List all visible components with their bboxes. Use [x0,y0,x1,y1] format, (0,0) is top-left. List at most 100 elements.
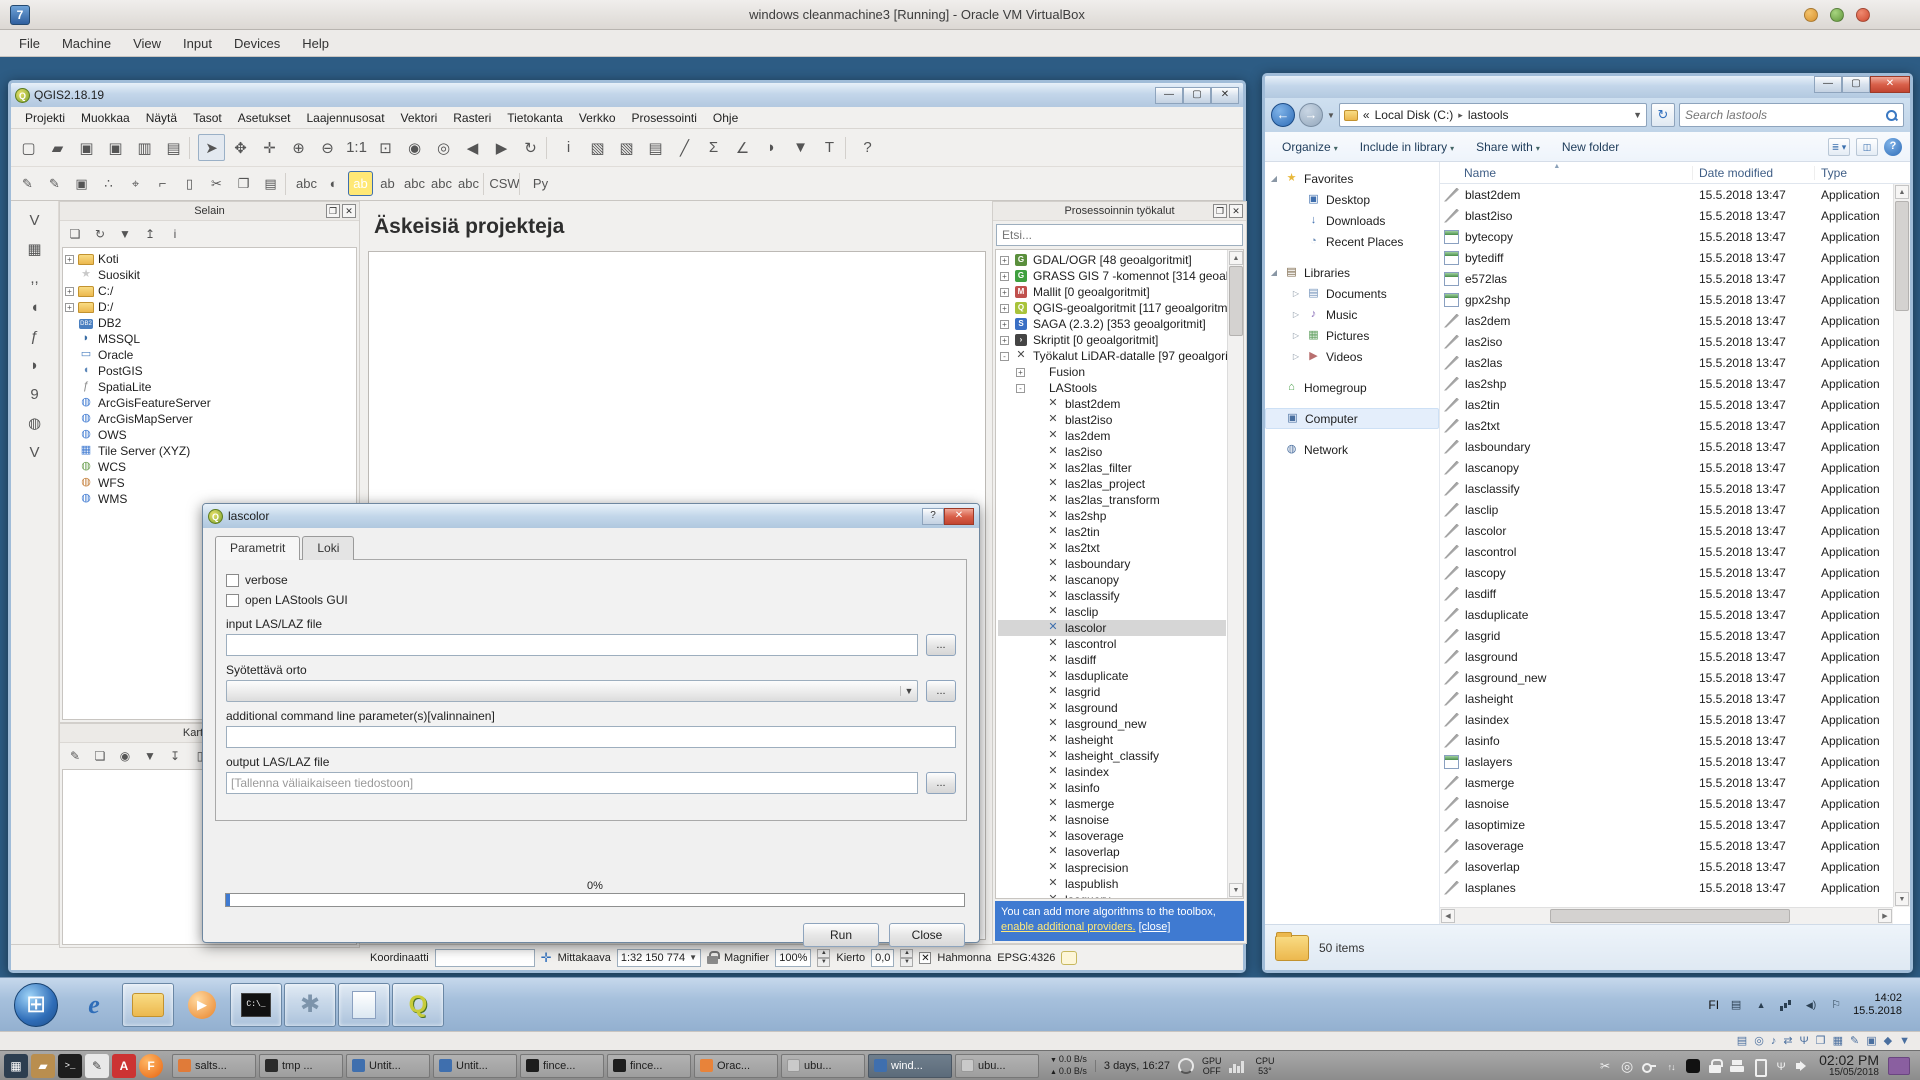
expander-icon[interactable] [1032,496,1041,505]
close-button[interactable]: ✕ [1870,76,1910,93]
deselect-features-icon[interactable]: ▧ [613,134,640,161]
expander-icon[interactable] [1032,512,1041,521]
expander-icon[interactable]: + [1000,256,1009,265]
zoom-last-icon[interactable]: ◀ [459,134,486,161]
manage-map-themes-icon[interactable]: ◉ [114,745,136,767]
menu-item[interactable]: Näytä [138,108,185,128]
menu-item[interactable]: Muokkaa [73,108,138,128]
expander-icon[interactable] [65,319,74,328]
dialog-titlebar[interactable]: Q lascolor ? ✕ [203,504,979,528]
nav-item[interactable]: Network [1265,439,1439,460]
open-lastools-gui-checkbox[interactable] [226,594,239,607]
collapse-all-icon[interactable]: ↥ [139,223,161,245]
open-project-icon[interactable]: ▰ [44,134,71,161]
windows-clock[interactable]: 14:02 15.5.2018 [1853,992,1902,1018]
expander-icon[interactable]: + [1016,368,1025,377]
add-raster-layer-icon[interactable]: ▦ [22,236,48,262]
hdd-icon[interactable]: ▤ [1737,1034,1747,1048]
blast2dem[interactable]: blast2dem15.5.2018 13:47Application [1440,184,1893,205]
lasindex[interactable]: lasindex15.5.2018 13:47Application [1440,709,1893,730]
close-button[interactable]: ✕ [1211,87,1239,104]
tree-item[interactable]: las2las_transform [998,492,1226,508]
lascanopy[interactable]: lascanopy15.5.2018 13:47Application [1440,457,1893,478]
nav-item[interactable]: ▷Videos [1265,346,1439,367]
rotation-spinbox[interactable]: 0,0 [871,949,894,967]
tree-item[interactable]: las2las_project [998,476,1226,492]
expander-icon[interactable]: + [1000,320,1009,329]
tree-item[interactable]: las2iso [998,444,1226,460]
display-icon[interactable]: ▦ [1833,1034,1843,1048]
expander-icon[interactable] [65,271,74,280]
shared-folders-icon[interactable]: ❐ [1816,1034,1826,1048]
add-oracle-layer-icon[interactable]: 9 [22,381,48,407]
add-group-icon[interactable]: ❏ [89,745,111,767]
zoom-full-icon[interactable]: ⊡ [372,134,399,161]
expander-icon[interactable]: ▷ [1291,310,1301,319]
output-file-field[interactable] [226,772,918,794]
expander-icon[interactable]: ◢ [1269,268,1279,277]
tree-item[interactable]: +Fusion [998,364,1226,380]
lasground_new[interactable]: lasground_new15.5.2018 13:47Application [1440,667,1893,688]
tree-item[interactable]: las2dem [998,428,1226,444]
move-feature-icon[interactable]: ⌖ [123,171,148,196]
add-delimited-text-layer-icon[interactable]: ,, [22,265,48,291]
tree-item[interactable]: lasduplicate [998,668,1226,684]
expander-icon[interactable] [1032,848,1041,857]
help-button[interactable]: ? [922,508,944,525]
tree-item[interactable]: Suosikit [63,267,356,283]
expander-icon[interactable] [1032,464,1041,473]
qgis-taskbar-icon[interactable]: Q [392,983,444,1027]
ie-taskbar-icon[interactable]: e [68,983,120,1027]
tree-item[interactable]: +SAGA (2.3.2) [353 geoalgoritmit] [998,316,1226,332]
expander-icon[interactable] [1032,720,1041,729]
expander-icon[interactable] [65,399,74,408]
window-button[interactable]: fince... [607,1054,691,1078]
views-icon[interactable]: ≣ ▾ [1828,138,1850,156]
features-icon[interactable]: ▣ [1866,1034,1876,1048]
menu-item[interactable]: Laajennusosat [298,108,392,128]
window-button[interactable]: Untit... [346,1054,430,1078]
map-tips-icon[interactable]: ◗ [758,134,785,161]
tree-item[interactable]: WCS [63,459,356,475]
tree-item[interactable]: lasclip [998,604,1226,620]
address-bar[interactable]: « Local Disk (C:) ▸ lastools ▼ [1339,103,1647,127]
float-panel-button[interactable]: ❐ [1213,204,1227,218]
tree-item[interactable]: SpatiaLite [63,379,356,395]
window-button[interactable]: salts... [172,1054,256,1078]
tree-item[interactable]: lasmerge [998,796,1226,812]
window-button[interactable]: Orac... [694,1054,778,1078]
nav-item[interactable]: Downloads [1265,210,1439,231]
coordinate-input[interactable] [435,949,535,967]
clipboard-manager-icon[interactable] [1598,1059,1612,1073]
tree-item[interactable]: -Työkalut LiDAR-datalle [97 geoalgorit..… [998,348,1226,364]
expander-icon[interactable] [65,335,74,344]
expander-icon[interactable] [1032,544,1041,553]
mouse-integration-icon[interactable]: ◆ [1884,1034,1892,1048]
screen-lock-icon[interactable] [1708,1059,1722,1073]
menu-item[interactable]: Asetukset [230,108,299,128]
add-postgis-layer-icon[interactable]: ◖ [22,294,48,320]
tree-item[interactable]: las2txt [998,540,1226,556]
tree-item[interactable]: las2tin [998,524,1226,540]
change-label-icon[interactable]: abc [456,171,481,196]
tree-item[interactable]: blast2iso [998,412,1226,428]
expander-icon[interactable]: + [65,255,74,264]
minimize-button[interactable] [1804,8,1818,22]
expander-icon[interactable] [65,495,74,504]
nav-item[interactable]: Homegroup [1265,377,1439,398]
add-spatialite-layer-icon[interactable]: ƒ [22,323,48,349]
menu-item[interactable]: Verkko [571,108,624,128]
window-button[interactable]: fince... [520,1054,604,1078]
nav-item[interactable]: Desktop [1265,189,1439,210]
expander-icon[interactable] [65,431,74,440]
orto-browse-button[interactable]: ... [926,680,956,702]
tree-item[interactable]: lasboundary [998,556,1226,572]
toolbox-scrollbar[interactable]: ▲ ▼ [1227,250,1243,898]
expander-icon[interactable] [65,415,74,424]
breadcrumb-disk[interactable]: Local Disk (C:) [1375,108,1454,122]
tree-item[interactable]: lasquery [998,892,1226,899]
text-annotation-icon[interactable]: T [816,134,843,161]
menu-item[interactable]: File [8,32,51,55]
terminal-launcher-icon[interactable]: >_ [58,1054,82,1078]
lasclassify[interactable]: lasclassify15.5.2018 13:47Application [1440,478,1893,499]
